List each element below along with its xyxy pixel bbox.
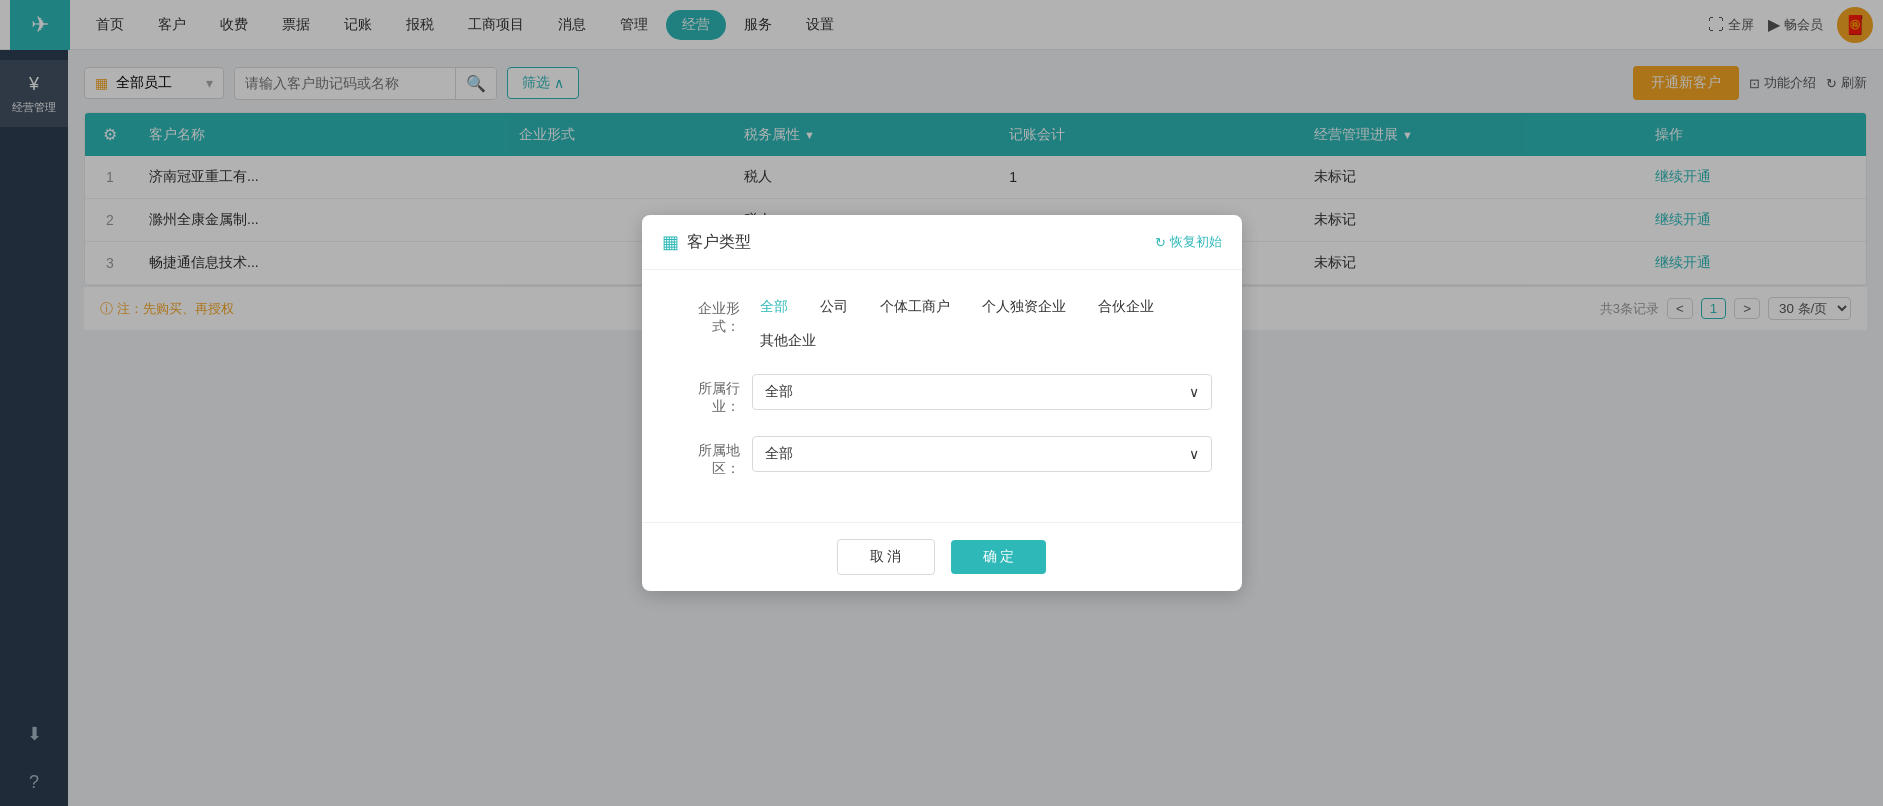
industry-row: 所属行业： 全部 ∨ [672,374,1212,416]
option-company[interactable]: 公司 [812,294,856,320]
modal-body: 企业形式： 全部 公司 个体工商户 个人独资企业 合伙企业 其他企业 所属行业： [642,270,1242,522]
cancel-button[interactable]: 取 消 [837,539,935,575]
region-arrow-icon: ∨ [1189,446,1199,462]
modal-title-icon: ▦ [662,231,679,253]
option-all[interactable]: 全部 [752,294,796,320]
modal-title-text: 客户类型 [687,232,751,253]
enterprise-form-label: 企业形式： [672,294,752,336]
option-individual[interactable]: 个体工商户 [872,294,958,320]
restore-label: 恢复初始 [1170,233,1222,251]
option-partnership[interactable]: 合伙企业 [1090,294,1162,320]
option-other[interactable]: 其他企业 [752,328,824,354]
region-label: 所属地区： [672,436,752,478]
modal-footer: 取 消 确 定 [642,522,1242,591]
industry-select[interactable]: 全部 ∨ [752,374,1212,410]
restore-icon: ↻ [1155,235,1166,250]
region-row: 所属地区： 全部 ∨ [672,436,1212,478]
industry-arrow-icon: ∨ [1189,384,1199,400]
region-value: 全部 [765,445,793,463]
enterprise-options: 全部 公司 个体工商户 个人独资企业 合伙企业 其他企业 [752,294,1212,354]
option-sole[interactable]: 个人独资企业 [974,294,1074,320]
confirm-button[interactable]: 确 定 [951,540,1047,574]
industry-value: 全部 [765,383,793,401]
modal-overlay: ▦ 客户类型 ↻ 恢复初始 企业形式： 全部 公司 个体工商户 个人独资企业 合… [0,0,1883,806]
enterprise-form-content: 全部 公司 个体工商户 个人独资企业 合伙企业 其他企业 [752,294,1212,354]
filter-modal: ▦ 客户类型 ↻ 恢复初始 企业形式： 全部 公司 个体工商户 个人独资企业 合… [642,215,1242,591]
industry-label: 所属行业： [672,374,752,416]
region-content: 全部 ∨ [752,436,1212,472]
modal-header: ▦ 客户类型 ↻ 恢复初始 [642,215,1242,270]
region-select[interactable]: 全部 ∨ [752,436,1212,472]
enterprise-form-row: 企业形式： 全部 公司 个体工商户 个人独资企业 合伙企业 其他企业 [672,294,1212,354]
modal-title: ▦ 客户类型 [662,231,751,253]
industry-content: 全部 ∨ [752,374,1212,410]
restore-button[interactable]: ↻ 恢复初始 [1155,233,1222,251]
